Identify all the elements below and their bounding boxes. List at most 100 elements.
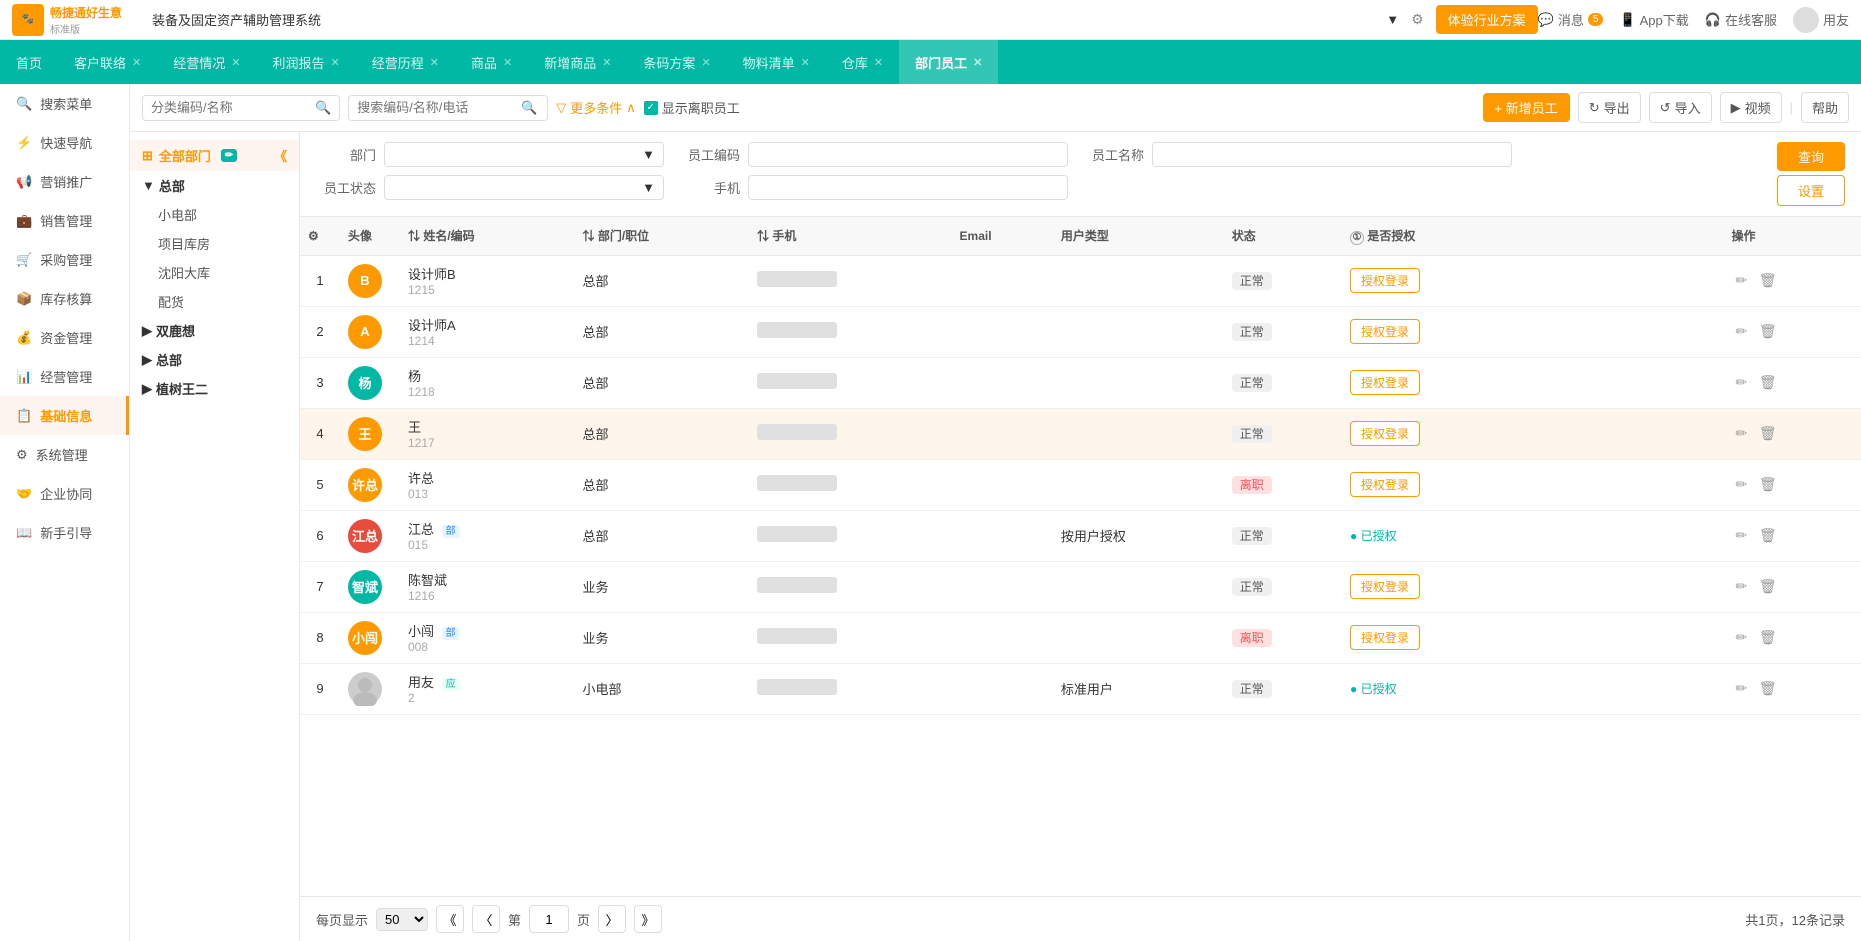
cell-auth[interactable]: ● 已授权 — [1342, 510, 1524, 561]
cell-auth[interactable]: 授权登录 — [1342, 306, 1524, 357]
th-dept[interactable]: ⇅ 部门/职位 — [574, 217, 748, 255]
dept-group-zongbu2[interactable]: ▶ 总部 — [130, 345, 299, 374]
cell-auth[interactable]: 授权登录 — [1342, 612, 1524, 663]
auth-login-btn[interactable]: 授权登录 — [1350, 370, 1420, 395]
cell-auth[interactable]: 授权登录 — [1342, 357, 1524, 408]
sidebar-item-finance[interactable]: 💰 资金管理 — [0, 318, 129, 357]
tab-bom-close[interactable]: ✕ — [801, 56, 810, 69]
first-page-btn[interactable]: 《 — [436, 905, 464, 933]
online-service-btn[interactable]: 🎧 在线客服 — [1705, 10, 1777, 29]
filter-dept-select[interactable]: ▼ — [384, 142, 664, 167]
add-employee-btn[interactable]: + 新增员工 — [1483, 93, 1570, 122]
edit-btn[interactable]: ✏ — [1732, 423, 1752, 444]
dept-sub-xiaodibu[interactable]: 小电部 — [130, 200, 299, 229]
auth-login-btn[interactable]: 授权登录 — [1350, 472, 1420, 497]
sidebar-item-basic[interactable]: 📋 基础信息 — [0, 396, 129, 435]
title-dropdown-icon[interactable]: ▼ — [1386, 12, 1399, 27]
edit-btn[interactable]: ✏ — [1732, 372, 1752, 393]
employee-search-box[interactable]: 🔍 — [348, 95, 548, 121]
help-btn[interactable]: 帮助 — [1801, 92, 1849, 123]
auth-login-btn[interactable]: 授权登录 — [1350, 319, 1420, 344]
th-name[interactable]: ⇅ 姓名/编码 — [400, 217, 574, 255]
sidebar-item-guide[interactable]: 📖 新手引导 — [0, 513, 129, 552]
filter-phone-input[interactable] — [748, 175, 1068, 200]
tab-home[interactable]: 首页 — [0, 40, 58, 84]
auth-login-btn[interactable]: 授权登录 — [1350, 625, 1420, 650]
dept-sub-peihuo[interactable]: 配货 — [130, 287, 299, 316]
sidebar-item-operation[interactable]: 📊 经营管理 — [0, 357, 129, 396]
edit-btn[interactable]: ✏ — [1732, 474, 1752, 495]
employee-search-icon[interactable]: 🔍 — [521, 100, 537, 116]
tab-dept-employee[interactable]: 部门员工 ✕ — [899, 40, 998, 84]
edit-btn[interactable]: ✏ — [1732, 678, 1752, 699]
auth-login-btn[interactable]: 授权登录 — [1350, 268, 1420, 293]
sidebar-item-system[interactable]: ⚙ 系统管理 — [0, 435, 129, 474]
tab-bom[interactable]: 物料清单 ✕ — [727, 40, 826, 84]
delete-btn[interactable]: 🗑 — [1755, 372, 1781, 393]
tab-warehouse-close[interactable]: ✕ — [874, 56, 883, 69]
tab-operation[interactable]: 经营情况 ✕ — [157, 40, 256, 84]
edit-btn[interactable]: ✏ — [1732, 525, 1752, 546]
edit-btn[interactable]: ✏ — [1732, 321, 1752, 342]
th-settings[interactable]: ⚙ — [300, 217, 340, 255]
sidebar-item-sales[interactable]: 💼 销售管理 — [0, 201, 129, 240]
query-btn[interactable]: 查询 — [1777, 142, 1845, 171]
tab-history[interactable]: 经营历程 ✕ — [356, 40, 455, 84]
cell-auth[interactable]: 授权登录 — [1342, 255, 1524, 306]
dept-group-zongbu[interactable]: ▼ 总部 — [130, 171, 299, 200]
tab-add-goods-close[interactable]: ✕ — [602, 56, 611, 69]
tab-warehouse[interactable]: 仓库 ✕ — [826, 40, 899, 84]
tab-goods-close[interactable]: ✕ — [503, 56, 512, 69]
delete-btn[interactable]: 🗑 — [1755, 525, 1781, 546]
tab-profit-close[interactable]: ✕ — [331, 56, 340, 69]
dept-sub-xiangmukufang[interactable]: 项目库房 — [130, 229, 299, 258]
filter-empcode-input[interactable] — [748, 142, 1068, 167]
tab-barcode-close[interactable]: ✕ — [701, 56, 710, 69]
tab-customer[interactable]: 客户联络 ✕ — [58, 40, 157, 84]
auth-login-btn[interactable]: 授权登录 — [1350, 421, 1420, 446]
th-phone[interactable]: ⇅ 手机 — [749, 217, 952, 255]
delete-btn[interactable]: 🗑 — [1755, 627, 1781, 648]
tab-barcode[interactable]: 条码方案 ✕ — [627, 40, 726, 84]
cell-auth[interactable]: 授权登录 — [1342, 561, 1524, 612]
message-btn[interactable]: 💬 消息 5 — [1538, 10, 1604, 29]
more-filter-btn[interactable]: ▽ 更多条件 ∧ — [556, 98, 636, 117]
sidebar-item-marketing[interactable]: 📢 营销推广 — [0, 162, 129, 201]
tab-dept-employee-close[interactable]: ✕ — [973, 56, 982, 69]
app-download-btn[interactable]: 📱 App下载 — [1619, 10, 1688, 29]
sidebar-item-collab[interactable]: 🤝 企业协同 — [0, 474, 129, 513]
show-resigned-toggle[interactable]: ✓ 显示离职员工 — [644, 98, 740, 117]
tab-add-goods[interactable]: 新增商品 ✕ — [528, 40, 627, 84]
trial-btn[interactable]: 体验行业方案 — [1436, 5, 1538, 34]
delete-btn[interactable]: 🗑 — [1755, 321, 1781, 342]
delete-btn[interactable]: 🗑 — [1755, 576, 1781, 597]
delete-btn[interactable]: 🗑 — [1755, 678, 1781, 699]
prev-page-btn[interactable]: 〈 — [472, 905, 500, 933]
page-input[interactable] — [529, 905, 569, 933]
sidebar-item-search[interactable]: 🔍 搜索菜单 — [0, 84, 129, 123]
delete-btn[interactable]: 🗑 — [1755, 270, 1781, 291]
sidebar-item-inventory[interactable]: 📦 库存核算 — [0, 279, 129, 318]
export-btn[interactable]: ↻ 导出 — [1578, 92, 1641, 123]
cell-auth[interactable]: 授权登录 — [1342, 459, 1524, 510]
page-size-select[interactable]: 50 100 200 — [376, 908, 428, 931]
dept-collapse-icon[interactable]: 《 — [274, 146, 287, 165]
dept-group-zhishu[interactable]: ▶ 植树王二 — [130, 374, 299, 403]
tab-history-close[interactable]: ✕ — [430, 56, 439, 69]
cell-auth[interactable]: 授权登录 — [1342, 408, 1524, 459]
tab-customer-close[interactable]: ✕ — [132, 56, 141, 69]
settings-icon[interactable]: ⚙ — [1407, 7, 1428, 32]
next-page-btn[interactable]: 〉 — [598, 905, 626, 933]
delete-btn[interactable]: 🗑 — [1755, 474, 1781, 495]
auth-login-btn[interactable]: 授权登录 — [1350, 574, 1420, 599]
sidebar-item-purchase[interactable]: 🛒 采购管理 — [0, 240, 129, 279]
delete-btn[interactable]: 🗑 — [1755, 423, 1781, 444]
filter-empname-input[interactable] — [1152, 142, 1512, 167]
set-btn[interactable]: 设置 — [1777, 175, 1845, 206]
edit-btn[interactable]: ✏ — [1732, 270, 1752, 291]
dept-all-btn[interactable]: ⊞ 全部部门 ✏ 《 — [130, 140, 299, 171]
sidebar-item-shortcut[interactable]: ⚡ 快速导航 — [0, 123, 129, 162]
category-search-input[interactable] — [151, 100, 311, 115]
edit-btn[interactable]: ✏ — [1732, 576, 1752, 597]
tab-profit[interactable]: 利润报告 ✕ — [256, 40, 355, 84]
